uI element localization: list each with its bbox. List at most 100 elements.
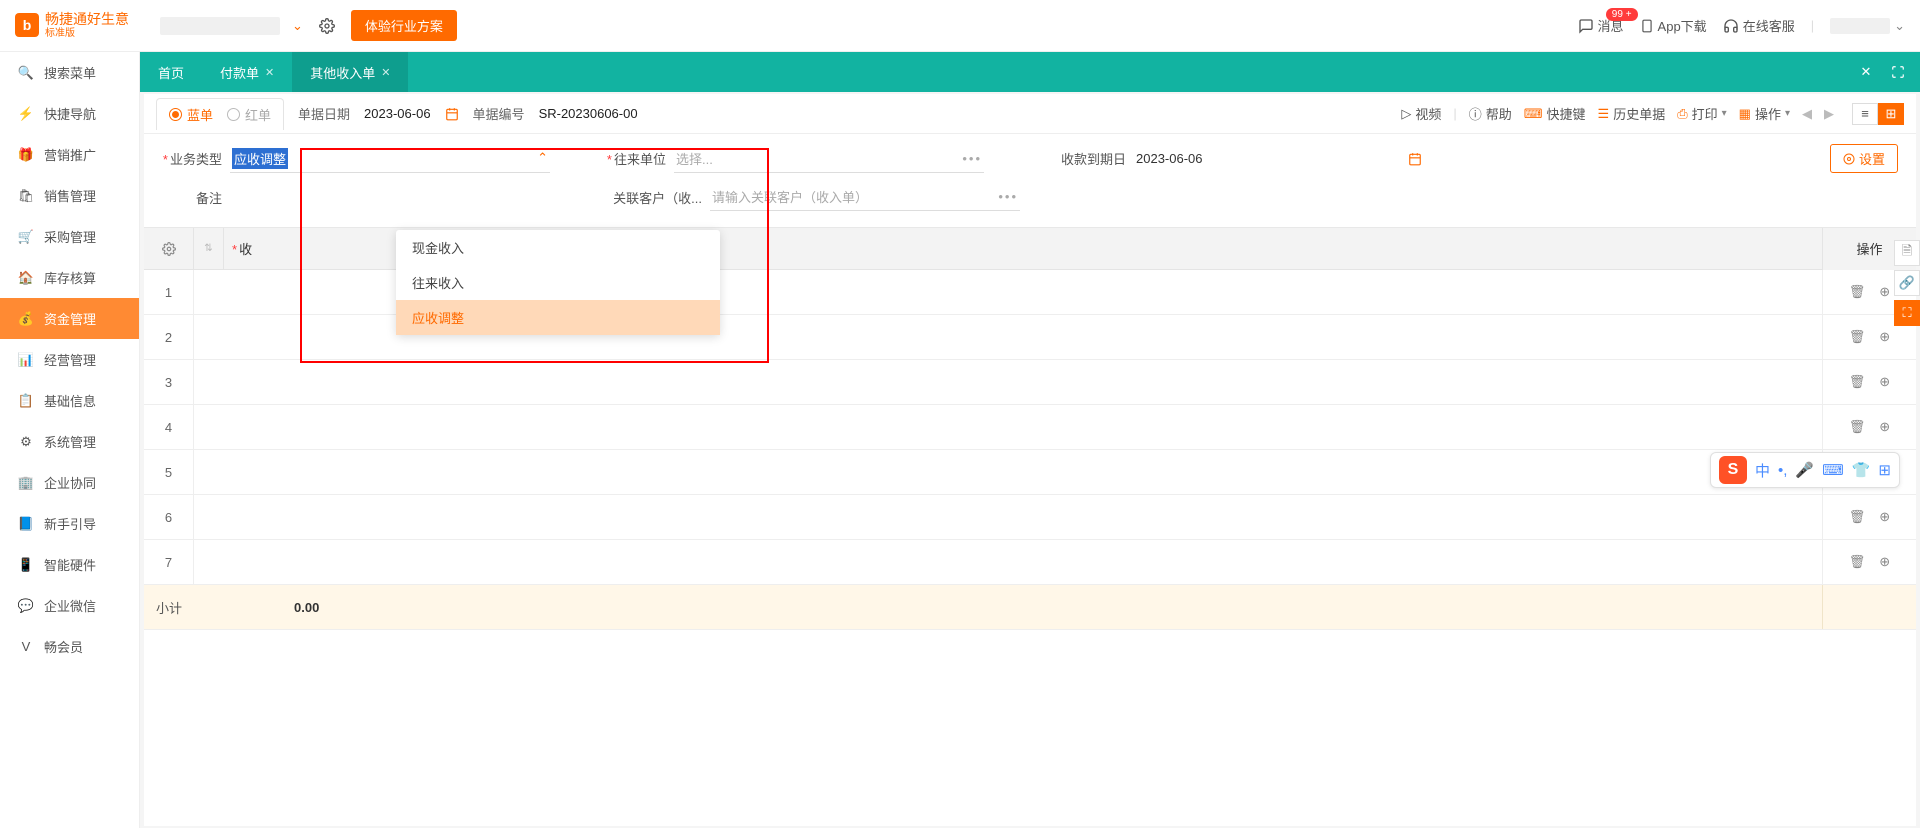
tab-2[interactable]: 其他收入单✕: [292, 52, 408, 92]
sidebar-item-label: 基础信息: [44, 391, 96, 410]
add-icon[interactable]: ⊕: [1879, 419, 1890, 435]
dropdown-item-0[interactable]: 现金收入: [396, 230, 720, 265]
bill-date-value[interactable]: 2023-06-06: [364, 106, 431, 121]
sidebar-item-12[interactable]: 📱智能硬件: [0, 544, 139, 585]
dropdown-item-1[interactable]: 往来收入: [396, 265, 720, 300]
view-card-button[interactable]: ⊞: [1878, 103, 1904, 125]
radio-blue[interactable]: 蓝单: [169, 105, 213, 124]
sort-icon[interactable]: ⇅: [194, 228, 224, 269]
tab-1[interactable]: 付款单 ✕: [202, 52, 292, 92]
sidebar-item-label: 智能硬件: [44, 555, 96, 574]
prev-arrow-icon[interactable]: ◀: [1802, 106, 1812, 122]
delete-icon[interactable]: 🗑: [1849, 554, 1866, 570]
table-settings-icon[interactable]: [144, 228, 194, 269]
online-support-button[interactable]: 在线客服: [1723, 16, 1795, 35]
delete-icon[interactable]: 🗑: [1849, 419, 1866, 435]
sidebar-item-label: 企业微信: [44, 596, 96, 615]
next-arrow-icon[interactable]: ▶: [1824, 106, 1834, 122]
sidebar-item-0[interactable]: 🔍搜索菜单: [0, 52, 139, 93]
more-icon[interactable]: •••: [998, 189, 1018, 204]
history-button[interactable]: ☰历史单据: [1598, 104, 1666, 123]
delete-icon[interactable]: 🗑: [1849, 509, 1866, 525]
calendar-icon[interactable]: [1408, 152, 1422, 166]
user-menu[interactable]: ⌄: [1830, 18, 1905, 34]
sidebar-item-14[interactable]: V畅会员: [0, 626, 139, 667]
party-input[interactable]: 选择... •••: [674, 145, 984, 173]
due-date-input[interactable]: 2023-06-06: [1134, 145, 1424, 173]
delete-icon[interactable]: 🗑: [1849, 284, 1866, 300]
customer-input[interactable]: 请输入关联客户（收入单） •••: [710, 183, 1020, 211]
add-icon[interactable]: ⊕: [1879, 509, 1890, 525]
try-industry-button[interactable]: 体验行业方案: [351, 10, 457, 41]
sidebar-item-10[interactable]: 🏢企业协同: [0, 462, 139, 503]
add-icon[interactable]: ⊕: [1879, 329, 1890, 345]
subtotal-label: 小计: [144, 598, 194, 617]
add-icon[interactable]: ⊕: [1879, 284, 1890, 300]
sidebar-item-6[interactable]: 💰资金管理: [0, 298, 139, 339]
org-dropdown-caret[interactable]: ⌄: [292, 18, 303, 34]
ime-punct-icon[interactable]: •,: [1778, 462, 1787, 479]
delete-icon[interactable]: 🗑: [1849, 374, 1866, 390]
ime-lang[interactable]: 中: [1755, 460, 1770, 481]
tab-label: 首页: [158, 63, 184, 82]
sidebar-item-9[interactable]: ⚙系统管理: [0, 421, 139, 462]
sidebar-item-11[interactable]: 📘新手引导: [0, 503, 139, 544]
sidebar-icon: 💬: [18, 598, 34, 614]
subtotal-value: 0.00: [194, 600, 319, 615]
sidebar-item-13[interactable]: 💬 企业微信: [0, 585, 139, 626]
org-name-placeholder: [160, 17, 280, 35]
app-download-label: App下载: [1658, 16, 1707, 35]
biz-type-input[interactable]: 应收调整 ⌃: [230, 145, 550, 173]
row-index: 7: [144, 540, 194, 584]
close-icon[interactable]: ✕: [265, 66, 274, 79]
tab-label: 付款单: [220, 63, 259, 82]
app-download-button[interactable]: App下载: [1640, 16, 1707, 35]
remark-input[interactable]: [230, 183, 550, 211]
sidebar-item-4[interactable]: 🛒采购管理: [0, 216, 139, 257]
content-panel: 蓝单 红单 单据日期 2023-06-06 单据编号 SR-20230606-0…: [144, 94, 1916, 826]
messages-badge: 99 +: [1606, 8, 1638, 21]
calendar-icon[interactable]: [445, 107, 459, 121]
table-row[interactable]: 5🗑⊕: [144, 450, 1916, 495]
table-row[interactable]: 7 🗑 ⊕: [144, 540, 1916, 585]
sidebar-item-5[interactable]: 🏠库存核算: [0, 257, 139, 298]
notes-icon[interactable]: 🗎: [1894, 240, 1920, 266]
sidebar-item-3[interactable]: 🛍销售管理: [0, 175, 139, 216]
delete-icon[interactable]: 🗑: [1849, 329, 1866, 345]
expand-icon[interactable]: [1886, 60, 1910, 84]
add-icon[interactable]: ⊕: [1879, 554, 1890, 570]
ime-mic-icon[interactable]: 🎤: [1795, 461, 1814, 479]
view-list-button[interactable]: ≡: [1852, 103, 1878, 125]
help-button[interactable]: ⓘ帮助: [1469, 104, 1512, 123]
sidebar-item-2[interactable]: 🎁营销推广: [0, 134, 139, 175]
settings-icon[interactable]: [315, 14, 339, 38]
ime-apps-icon[interactable]: ⊞: [1878, 461, 1891, 479]
ime-skin-icon[interactable]: 👕: [1852, 461, 1871, 479]
ime-keyboard-icon[interactable]: ⌨: [1822, 461, 1844, 479]
link-icon[interactable]: 🔗: [1894, 270, 1920, 296]
print-button[interactable]: ⎙打印▾: [1677, 104, 1726, 123]
more-icon[interactable]: •••: [962, 151, 982, 166]
ime-sogou-icon[interactable]: S: [1719, 456, 1747, 484]
sidebar-icon: 🛍: [18, 188, 34, 204]
add-icon[interactable]: ⊕: [1879, 374, 1890, 390]
operation-button[interactable]: ▦操作▾: [1739, 104, 1790, 123]
table-row[interactable]: 4🗑⊕: [144, 405, 1916, 450]
table-row[interactable]: 6🗑⊕: [144, 495, 1916, 540]
sidebar-item-8[interactable]: 📋基础信息: [0, 380, 139, 421]
messages-button[interactable]: 消息 99 +: [1578, 16, 1624, 35]
shortcut-button[interactable]: ⌨快捷键: [1524, 104, 1586, 123]
radio-red[interactable]: 红单: [227, 105, 271, 124]
sidebar-item-7[interactable]: 📊经营管理: [0, 339, 139, 380]
close-icon[interactable]: ✕: [381, 66, 390, 79]
tab-0[interactable]: 首页: [140, 52, 202, 92]
table-row[interactable]: 3🗑⊕: [144, 360, 1916, 405]
remark-label: 备注: [162, 188, 222, 207]
sidebar-item-1[interactable]: ⚡快捷导航: [0, 93, 139, 134]
dropdown-item-2[interactable]: 应收调整: [396, 300, 720, 335]
close-all-tabs-icon[interactable]: ✕: [1854, 60, 1878, 84]
video-button[interactable]: ▷视频: [1401, 104, 1441, 123]
settings-button[interactable]: 设置: [1830, 144, 1898, 173]
sidebar-icon: 🛒: [18, 229, 34, 245]
fullscreen-icon[interactable]: ⛶: [1894, 300, 1920, 326]
